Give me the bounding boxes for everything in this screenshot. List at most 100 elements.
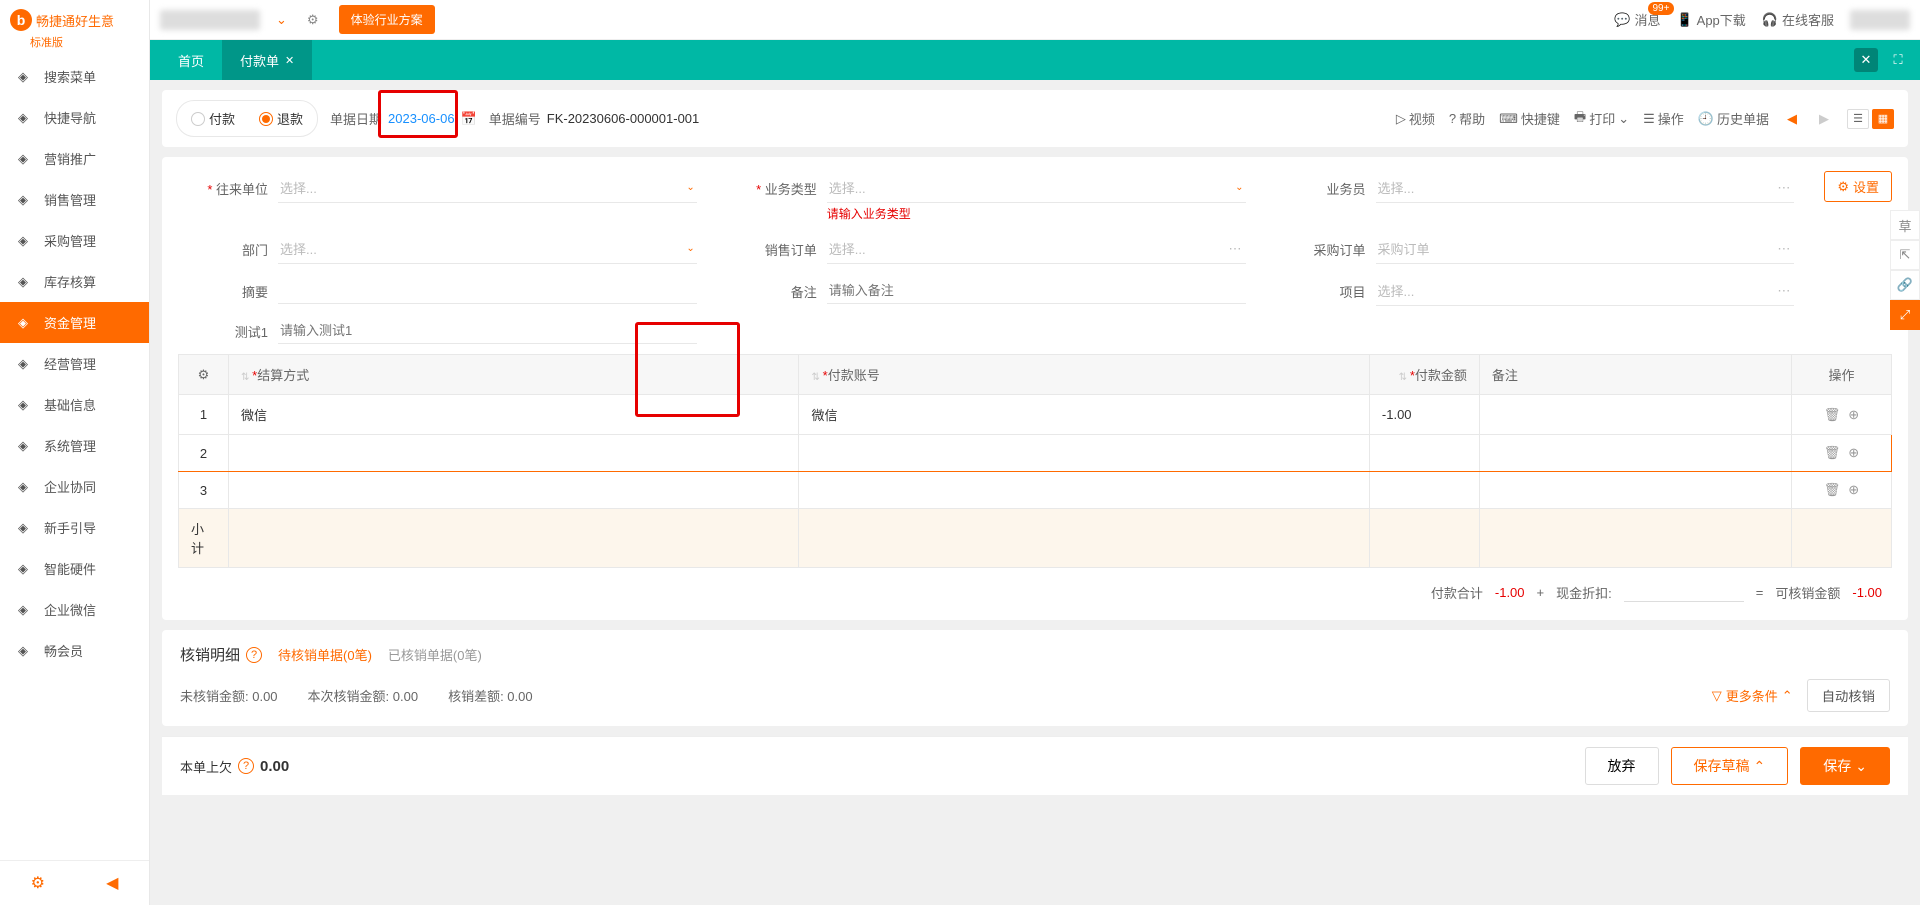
home-icon: ◈ — [18, 110, 34, 126]
more-icon: ⋯ — [1777, 180, 1792, 196]
trial-button[interactable]: 体验行业方案 — [339, 5, 435, 34]
sidebar-item-search[interactable]: ◈搜索菜单 — [0, 56, 149, 97]
sidebar-item-guide[interactable]: ◈新手引导 — [0, 507, 149, 548]
close-icon[interactable]: ✕ — [285, 54, 294, 67]
help-link[interactable]: ? 帮助 — [1449, 109, 1485, 128]
sidebar-item-money[interactable]: ◈资金管理 — [0, 302, 149, 343]
app-download-link[interactable]: 📱 App下载 — [1676, 10, 1745, 29]
gear-sync-icon: ◈ — [18, 438, 34, 454]
tab-首页[interactable]: 首页 — [160, 40, 222, 80]
cash-discount-input[interactable] — [1624, 582, 1744, 602]
col-account[interactable]: *付款账号 — [799, 355, 1369, 395]
history-link[interactable]: 🕘 历史单据 — [1698, 109, 1769, 128]
collapse-icon[interactable]: ◀ — [106, 873, 118, 893]
next-doc-icon[interactable]: ▶ — [1815, 111, 1833, 127]
porder-select[interactable]: 采购订单⋯ — [1376, 234, 1795, 264]
logo-text: 畅捷通好生意 — [36, 11, 114, 30]
filter-icon: ▽ — [1712, 688, 1722, 704]
auto-verify-button[interactable]: 自动核销 — [1807, 679, 1890, 712]
messages-link[interactable]: 💬 消息 99+ — [1614, 10, 1660, 29]
remark-input[interactable] — [827, 278, 1246, 304]
col-gear[interactable]: ⚙ — [179, 355, 229, 395]
delete-row-icon[interactable]: 🗑 — [1824, 445, 1841, 460]
sidebar-item-warehouse[interactable]: ◈库存核算 — [0, 261, 149, 302]
sidebar-item-wecom[interactable]: ◈企业微信 — [0, 589, 149, 630]
table-row[interactable]: 1微信微信-1.00🗑⊕ — [179, 395, 1892, 435]
col-settle[interactable]: *结算方式 — [229, 355, 799, 395]
info-icon[interactable]: ? — [238, 758, 254, 774]
verify-tab-pending[interactable]: 待核销单据(0笔) — [278, 645, 372, 664]
sidebar-item-gear-sync[interactable]: ◈系统管理 — [0, 425, 149, 466]
view-list-icon[interactable]: ☰ — [1847, 109, 1869, 129]
rail-expand-icon[interactable]: ⤢ — [1890, 300, 1920, 330]
table-row[interactable]: 3🗑⊕ — [179, 472, 1892, 509]
rail-draft-icon[interactable]: 草 — [1890, 210, 1920, 240]
form-settings-button[interactable]: ⚙设置 — [1824, 171, 1892, 202]
sidebar-item-vip[interactable]: ◈畅会员 — [0, 630, 149, 671]
edition-label: 标准版 — [0, 34, 149, 50]
tab-close-all-icon[interactable]: ✕ — [1854, 48, 1878, 72]
document-header: 付款 退款 单据日期 2023-06-06 📅 单据编号 FK-20230606… — [162, 90, 1908, 147]
sidebar-item-box[interactable]: ◈采购管理 — [0, 220, 149, 261]
add-row-icon[interactable]: ⊕ — [1848, 407, 1859, 422]
shortcut-link[interactable]: ⌨ 快捷键 — [1499, 109, 1560, 128]
user-avatar-blurred[interactable] — [1850, 10, 1910, 30]
col-remark[interactable]: 备注 — [1479, 355, 1791, 395]
settings-gear-icon[interactable]: ⚙ — [31, 873, 45, 893]
delete-row-icon[interactable]: 🗑 — [1824, 407, 1841, 422]
summary-input[interactable] — [278, 278, 697, 304]
save-button[interactable]: 保存 ⌄ — [1800, 747, 1890, 785]
sidebar-item-device[interactable]: ◈智能硬件 — [0, 548, 149, 589]
operate-link[interactable]: ☰ 操作 — [1643, 109, 1684, 128]
customer-select[interactable]: 选择...⌄ — [278, 173, 697, 203]
more-conditions-link[interactable]: ▽更多条件 ⌃ — [1712, 686, 1793, 705]
print-link[interactable]: 🖶 打印 ⌄ — [1574, 108, 1629, 130]
logo-icon: b — [10, 9, 32, 31]
verify-section: 核销明细? 待核销单据(0笔) 已核销单据(0笔) 未核销金额: 0.00 本次… — [162, 630, 1908, 726]
radio-payment[interactable]: 付款 — [181, 105, 245, 132]
org-dropdown-icon[interactable]: ⌄ — [276, 12, 287, 28]
view-form-icon[interactable]: ▦ — [1872, 109, 1894, 129]
radio-refund[interactable]: 退款 — [249, 105, 313, 132]
col-amount[interactable]: *付款金额 — [1369, 355, 1479, 395]
support-link[interactable]: 🎧 在线客服 — [1762, 10, 1834, 29]
search-icon: ◈ — [18, 69, 34, 85]
dept-select[interactable]: 选择...⌄ — [278, 234, 697, 264]
rail-attach-icon[interactable]: 🔗 — [1890, 270, 1920, 300]
info-icon[interactable]: ? — [246, 647, 262, 663]
project-select[interactable]: 选择...⋯ — [1376, 276, 1795, 306]
discard-button[interactable]: 放弃 — [1585, 747, 1659, 785]
staff-select[interactable]: 选择...⋯ — [1376, 173, 1795, 203]
add-row-icon[interactable]: ⊕ — [1848, 482, 1859, 497]
sidebar-item-home[interactable]: ◈快捷导航 — [0, 97, 149, 138]
sorder-select[interactable]: 选择...⋯ — [827, 234, 1246, 264]
sidebar-item-grid[interactable]: ◈基础信息 — [0, 384, 149, 425]
sidebar-item-cart[interactable]: ◈销售管理 — [0, 179, 149, 220]
topbar: ⌄ ⚙ 体验行业方案 💬 消息 99+ 📱 App下载 🎧 在线客服 — [150, 0, 1920, 40]
test1-input[interactable] — [278, 318, 697, 344]
payment-type-radio-group: 付款 退款 — [176, 100, 318, 137]
chevron-down-icon: ⌄ — [686, 182, 694, 193]
right-rail: 草 ⇱ 🔗 ⤢ — [1890, 210, 1920, 330]
topbar-gear-icon[interactable]: ⚙ — [307, 12, 319, 28]
sidebar-item-chart[interactable]: ◈经营管理 — [0, 343, 149, 384]
save-draft-button[interactable]: 保存草稿 ⌃ — [1671, 747, 1789, 785]
sidebar-item-megaphone[interactable]: ◈营销推广 — [0, 138, 149, 179]
calendar-icon[interactable]: 📅 — [461, 111, 477, 127]
tabs-bar: 首页付款单✕ ✕ ⛶ — [150, 40, 1920, 80]
video-link[interactable]: ▷ 视频 — [1396, 109, 1435, 128]
add-row-icon[interactable]: ⊕ — [1848, 445, 1859, 460]
fullscreen-icon[interactable]: ⛶ — [1886, 48, 1910, 72]
biztype-select[interactable]: 选择...⌄ — [827, 173, 1246, 203]
biztype-label: 业务类型 — [737, 179, 817, 198]
staff-label: 业务员 — [1286, 179, 1366, 198]
prev-doc-icon[interactable]: ◀ — [1783, 111, 1801, 127]
date-value[interactable]: 2023-06-06 — [388, 111, 455, 126]
rail-import-icon[interactable]: ⇱ — [1890, 240, 1920, 270]
verify-tab-done[interactable]: 已核销单据(0笔) — [388, 645, 482, 664]
sidebar-item-org[interactable]: ◈企业协同 — [0, 466, 149, 507]
table-row[interactable]: 2🗑⊕ — [179, 435, 1892, 472]
tab-付款单[interactable]: 付款单✕ — [222, 40, 312, 80]
delete-row-icon[interactable]: 🗑 — [1824, 482, 1841, 497]
dept-label: 部门 — [188, 240, 268, 259]
